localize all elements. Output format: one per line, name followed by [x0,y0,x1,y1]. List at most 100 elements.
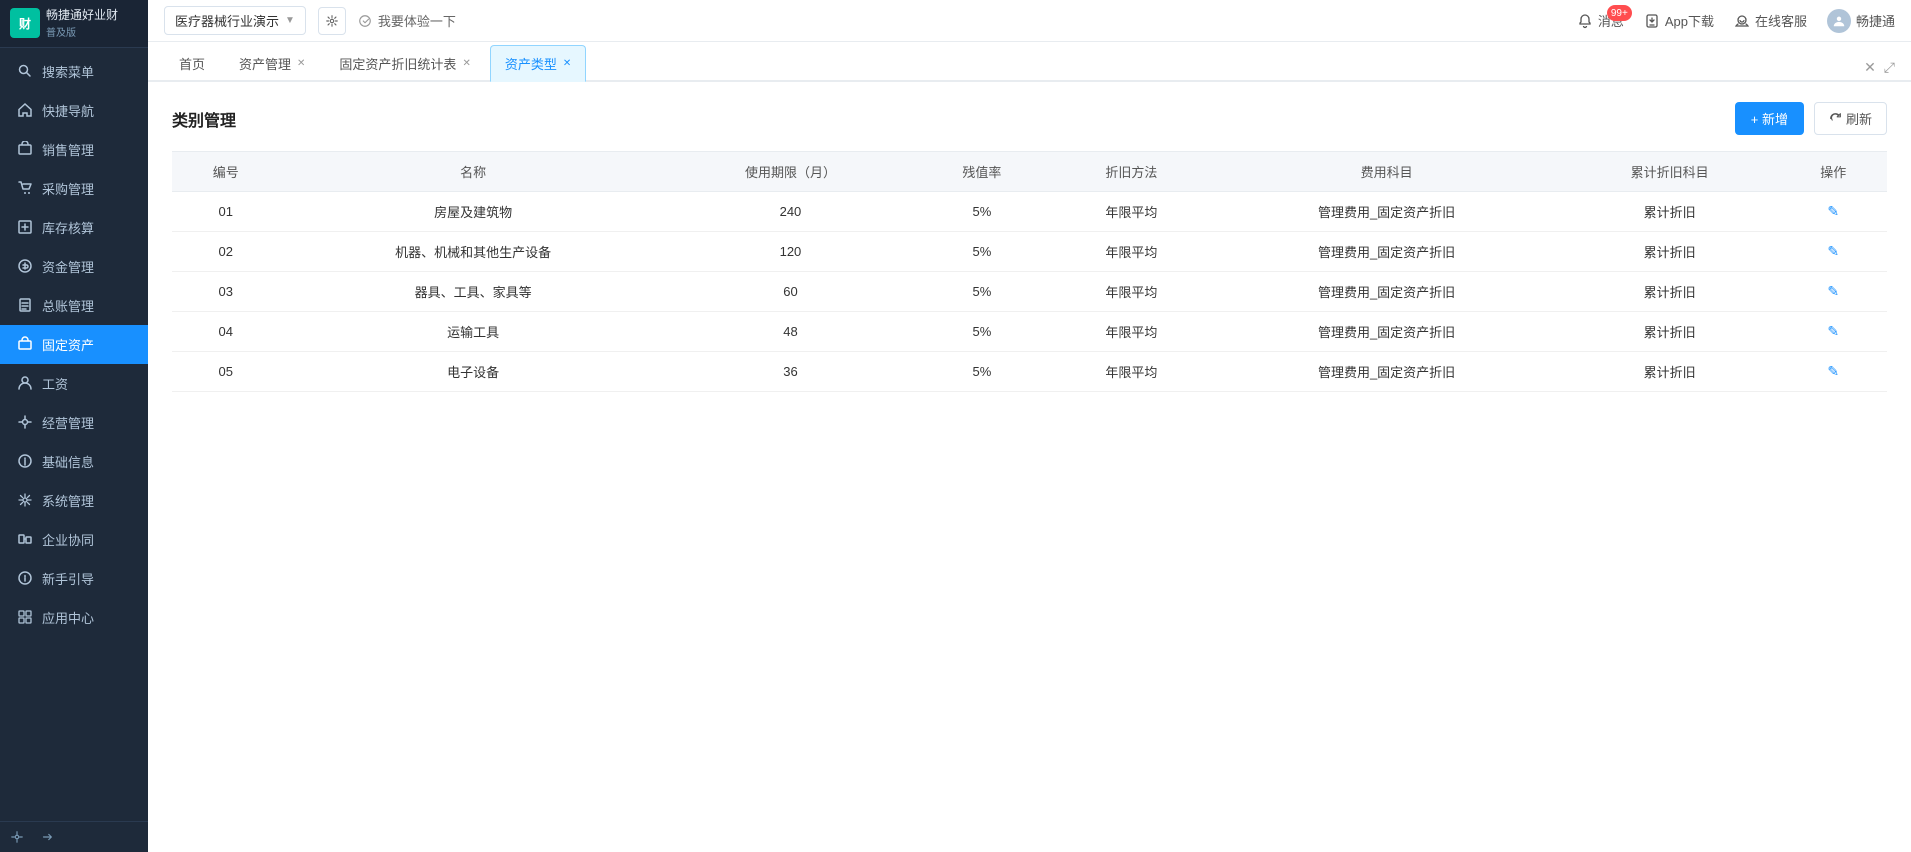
enterprise-icon [16,530,34,548]
app-center-icon [16,608,34,626]
user-menu-button[interactable]: 畅捷通 [1827,9,1895,33]
sidebar-label-enterprise: 企业协同 [42,530,94,549]
sidebar-label-payroll: 工资 [42,374,68,393]
settings-footer-btn[interactable] [10,830,24,844]
cell-expense-3[interactable]: 管理费用_固定资产折旧 [1213,312,1560,352]
purchase-icon [16,179,34,197]
company-selector-label: 医疗器械行业演示 [175,11,279,30]
sidebar-item-search[interactable]: 搜索菜单 [0,52,148,91]
cell-name-3[interactable]: 运输工具 [280,312,667,352]
edit-button-2[interactable]: ✎ [1827,283,1839,299]
cell-action-2[interactable]: ✎ [1779,272,1887,312]
sidebar-item-capital[interactable]: 资金管理 [0,247,148,286]
search-icon [16,62,34,80]
sidebar-item-payroll[interactable]: 工资 [0,364,148,403]
sidebar-item-quick-nav[interactable]: 快捷导航 [0,91,148,130]
tab-asset-type-close[interactable]: ✕ [563,58,571,69]
trial-button[interactable]: 我要体验一下 [358,11,456,30]
tab-depreciation-close[interactable]: ✕ [462,58,470,69]
sidebar-item-app-center[interactable]: 应用中心 [0,598,148,637]
cell-method-4: 年限平均 [1050,352,1214,392]
cell-residual-0: 5% [914,192,1050,232]
tab-asset-type[interactable]: 资产类型 ✕ [490,45,586,82]
cell-code-3: 04 [172,312,280,352]
app-name-block: 畅捷通好业财 普及版 [46,8,118,39]
cell-accumulated-4[interactable]: 累计折旧 [1560,352,1779,392]
customer-service-button[interactable]: 在线客服 [1734,11,1807,30]
sidebar-item-ledger[interactable]: 总账管理 [0,286,148,325]
cell-accumulated-2[interactable]: 累计折旧 [1560,272,1779,312]
cell-action-0[interactable]: ✎ [1779,192,1887,232]
col-period: 使用期限（月） [667,152,914,192]
app-download-button[interactable]: App下载 [1644,11,1714,30]
cell-expense-4[interactable]: 管理费用_固定资产折旧 [1213,352,1560,392]
sidebar-item-inventory[interactable]: 库存核算 [0,208,148,247]
cell-method-1: 年限平均 [1050,232,1214,272]
cell-expense-0[interactable]: 管理费用_固定资产折旧 [1213,192,1560,232]
sidebar-label-search: 搜索菜单 [42,62,94,81]
cell-accumulated-0[interactable]: 累计折旧 [1560,192,1779,232]
sidebar-label-operations: 经营管理 [42,413,94,432]
sidebar-item-purchase[interactable]: 采购管理 [0,169,148,208]
chevron-down-icon: ▼ [285,15,295,26]
cell-action-4[interactable]: ✎ [1779,352,1887,392]
cell-name-1[interactable]: 机器、机械和其他生产设备 [280,232,667,272]
add-button[interactable]: + 新增 [1735,102,1804,135]
cell-residual-3: 5% [914,312,1050,352]
cell-action-3[interactable]: ✎ [1779,312,1887,352]
sidebar-item-sales[interactable]: 销售管理 [0,130,148,169]
tab-asset-type-label: 资产类型 [505,54,557,73]
tabbar: 首页 资产管理 ✕ 固定资产折旧统计表 ✕ 资产类型 ✕ ✕ ⤢ [148,42,1911,82]
cell-method-3: 年限平均 [1050,312,1214,352]
tab-home[interactable]: 首页 [164,45,220,82]
notifications-button[interactable]: 消息 99+ [1577,11,1624,30]
cell-expense-2[interactable]: 管理费用_固定资产折旧 [1213,272,1560,312]
sidebar-item-system[interactable]: 系统管理 [0,481,148,520]
company-selector[interactable]: 医疗器械行业演示 ▼ [164,6,306,35]
sidebar-item-fixed-asset[interactable]: 固定资产 [0,325,148,364]
col-action: 操作 [1779,152,1887,192]
tab-asset-mgmt-label: 资产管理 [239,54,291,73]
sidebar-item-operations[interactable]: 经营管理 [0,403,148,442]
edit-button-4[interactable]: ✎ [1827,363,1839,379]
cell-action-1[interactable]: ✎ [1779,232,1887,272]
sidebar: 财 畅捷通好业财 普及版 搜索菜单 快捷导航 销售管理 [0,0,148,852]
cell-accumulated-3[interactable]: 累计折旧 [1560,312,1779,352]
cell-code-4: 05 [172,352,280,392]
sidebar-item-base-info[interactable]: 基础信息 [0,442,148,481]
refresh-button-label: 刷新 [1846,109,1872,128]
cell-method-2: 年限平均 [1050,272,1214,312]
cell-expense-1[interactable]: 管理费用_固定资产折旧 [1213,232,1560,272]
home-icon [16,101,34,119]
cell-name-4[interactable]: 电子设备 [280,352,667,392]
edit-button-0[interactable]: ✎ [1827,203,1839,219]
add-button-label: + 新增 [1751,109,1788,128]
tab-depreciation-label: 固定资产折旧统计表 [339,54,456,73]
notifications-badge: 99+ [1607,5,1632,21]
tab-asset-mgmt-close[interactable]: ✕ [297,58,305,69]
cell-name-2[interactable]: 器具、工具、家具等 [280,272,667,312]
topbar-settings-button[interactable] [318,7,346,35]
close-window-button[interactable]: ✕ [1864,59,1876,76]
tab-fixed-asset-depreciation[interactable]: 固定资产折旧统计表 ✕ [324,45,485,82]
sidebar-label-quick-nav: 快捷导航 [42,101,94,120]
col-name: 名称 [280,152,667,192]
sidebar-nav: 搜索菜单 快捷导航 销售管理 采购管理 库存核算 [0,48,148,821]
cell-name-0[interactable]: 房屋及建筑物 [280,192,667,232]
cell-accumulated-1[interactable]: 累计折旧 [1560,232,1779,272]
sidebar-label-base-info: 基础信息 [42,452,94,471]
maximize-window-button[interactable]: ⤢ [1884,59,1895,76]
trial-label: 我要体验一下 [378,11,456,30]
cell-residual-4: 5% [914,352,1050,392]
refresh-button[interactable]: 刷新 [1814,102,1887,135]
guide-icon [16,569,34,587]
user-label: 畅捷通 [1856,11,1895,30]
collapse-footer-btn[interactable] [40,830,54,844]
sidebar-item-enterprise[interactable]: 企业协同 [0,520,148,559]
sidebar-label-fixed-asset: 固定资产 [42,335,94,354]
edit-button-1[interactable]: ✎ [1827,243,1839,259]
table-row: 02 机器、机械和其他生产设备 120 5% 年限平均 管理费用_固定资产折旧 … [172,232,1887,272]
sidebar-item-guide[interactable]: 新手引导 [0,559,148,598]
tab-asset-mgmt[interactable]: 资产管理 ✕ [224,45,320,82]
edit-button-3[interactable]: ✎ [1827,323,1839,339]
